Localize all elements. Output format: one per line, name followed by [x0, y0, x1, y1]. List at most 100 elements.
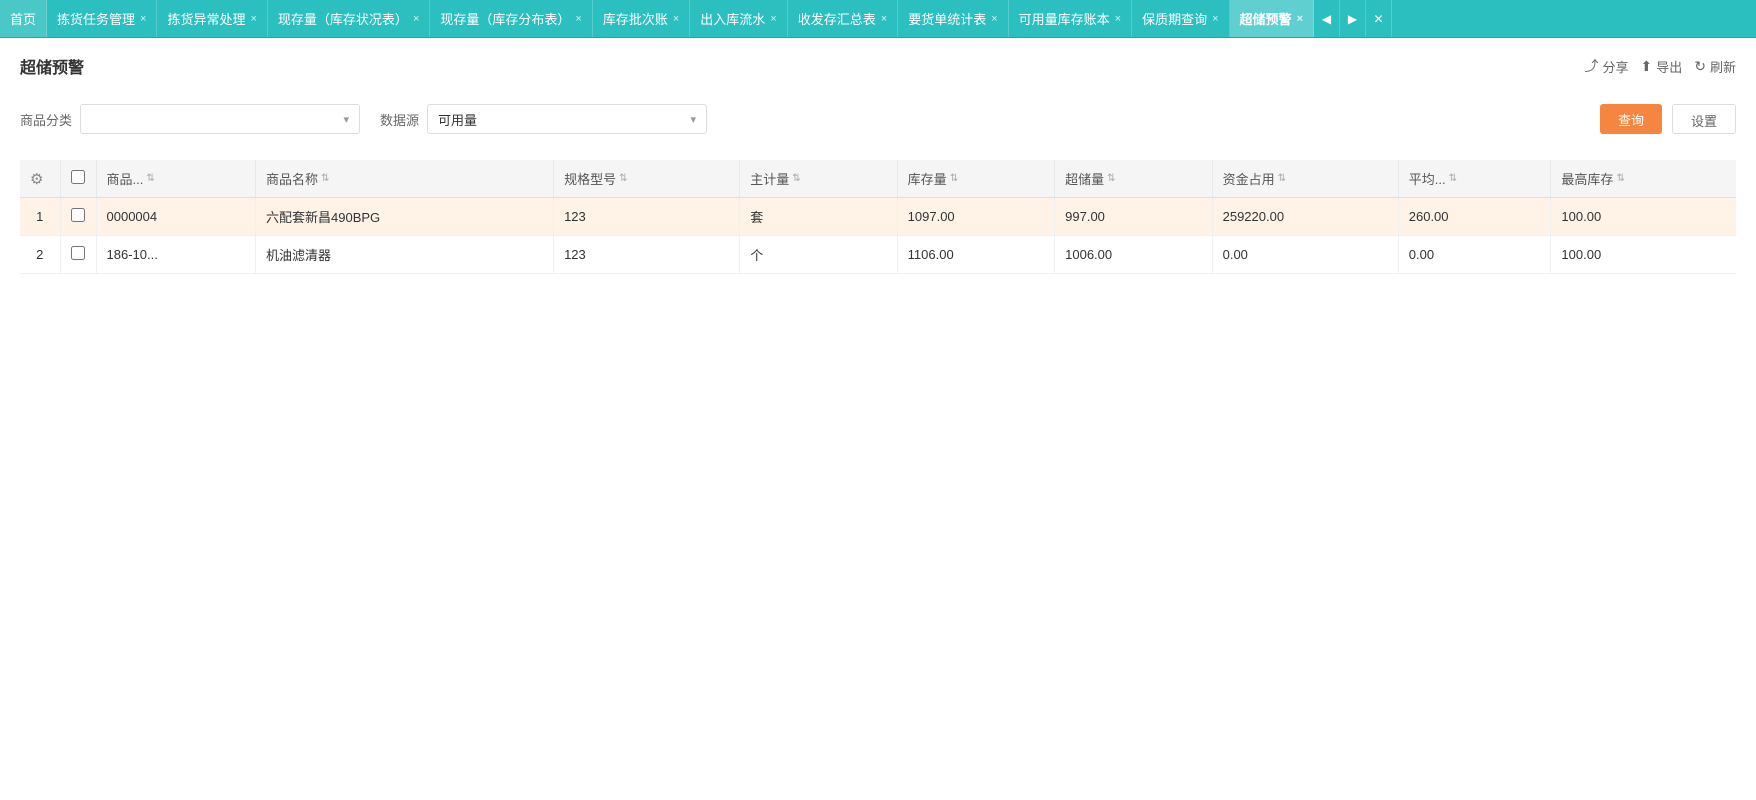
table-header: ⚙ 商品... ⇅ 商品名称 ⇅ [20, 160, 1736, 198]
nav-close-overstock-alert[interactable]: × [1297, 13, 1303, 25]
nav-arrow-left[interactable]: ◀ [1314, 0, 1340, 37]
sort-product-code-icon[interactable]: ⇅ [146, 173, 154, 184]
th-over-qty: 超储量 ⇅ [1055, 160, 1212, 198]
settings-gear-icon[interactable]: ⚙ [30, 171, 43, 188]
select-all-checkbox[interactable] [71, 170, 85, 184]
datasource-value: 可用量 [438, 110, 477, 129]
cell-checkbox-1 [60, 236, 96, 274]
th-unit-label: 主计量 [750, 169, 789, 188]
cell-avg-1: 0.00 [1398, 236, 1551, 274]
nav-close-stock-status[interactable]: × [413, 13, 419, 25]
cell-stock-qty-0: 1097.00 [897, 198, 1054, 236]
row-checkbox-1[interactable] [71, 246, 85, 260]
datasource-chevron-icon: ▾ [691, 113, 697, 126]
nav-item-inout-flow[interactable]: 出入库流水 × [690, 0, 787, 37]
sort-product-name-icon[interactable]: ⇅ [321, 173, 329, 184]
cell-capital-occupy-0: 259220.00 [1212, 198, 1398, 236]
nav-item-available-stock[interactable]: 可用量库存账本 × [1009, 0, 1132, 37]
datasource-select[interactable]: 可用量 ▾ [427, 104, 707, 134]
cell-unit-1: 个 [740, 236, 897, 274]
cell-product-name-0: 六配套新昌490BPG [256, 198, 554, 236]
row-checkbox-0[interactable] [71, 208, 85, 222]
cell-spec-0: 123 [554, 198, 740, 236]
nav-close-abnormal[interactable]: × [250, 13, 256, 25]
cell-over-qty-1: 1006.00 [1055, 236, 1212, 274]
sort-spec-icon[interactable]: ⇅ [619, 173, 627, 184]
nav-item-task-mgmt[interactable]: 拣货任务管理 × [47, 0, 157, 37]
filter-area: 商品分类 ▾ 数据源 可用量 ▾ 查询 设置 [20, 94, 1736, 144]
nav-item-stock-batch[interactable]: 库存批次账 × [593, 0, 690, 37]
nav-label-home: 首页 [10, 9, 36, 28]
th-over-qty-label: 超储量 [1065, 169, 1104, 188]
th-avg: 平均... ⇅ [1398, 160, 1551, 198]
cell-avg-0: 260.00 [1398, 198, 1551, 236]
nav-item-stock-dist[interactable]: 现存量（库存分布表） × [430, 0, 592, 37]
share-action[interactable]: ⤴ 分享 [1584, 56, 1628, 76]
sort-max-stock-icon[interactable]: ⇅ [1616, 173, 1624, 184]
query-button[interactable]: 查询 [1600, 104, 1662, 134]
cell-unit-0: 套 [740, 198, 897, 236]
refresh-action[interactable]: ↻ 刷新 [1694, 57, 1736, 76]
refresh-label: 刷新 [1710, 57, 1736, 76]
cell-product-code-0: 0000004 [96, 198, 256, 236]
export-icon: ⬆ [1641, 58, 1653, 75]
export-action[interactable]: ⬆ 导出 [1641, 57, 1683, 76]
nav-close-task-mgmt[interactable]: × [140, 13, 146, 25]
nav-close-available-stock[interactable]: × [1115, 13, 1121, 25]
header-actions: ⤴ 分享 ⬆ 导出 ↻ 刷新 [1584, 56, 1736, 76]
nav-arrow-close[interactable]: ✕ [1366, 0, 1392, 37]
nav-label-order-count: 要货单统计表 [908, 9, 986, 28]
nav-close-receive-send[interactable]: × [881, 13, 887, 25]
nav-item-home[interactable]: 首页 [0, 0, 47, 37]
nav-item-shelf-life[interactable]: 保质期查询 × [1132, 0, 1229, 37]
sort-capital-occupy-icon[interactable]: ⇅ [1278, 173, 1286, 184]
page-content: 超储预警 ⤴ 分享 ⬆ 导出 ↻ 刷新 商品分类 ▾ 数据源 [0, 38, 1756, 800]
cell-over-qty-0: 997.00 [1055, 198, 1212, 236]
nav-label-available-stock: 可用量库存账本 [1019, 9, 1110, 28]
sort-avg-icon[interactable]: ⇅ [1449, 173, 1457, 184]
table-row: 2 186-10... 机油滤清器 123 个 1106.00 1006.00 … [20, 236, 1736, 274]
th-avg-label: 平均... [1409, 169, 1446, 188]
nav-label-receive-send: 收发存汇总表 [798, 9, 876, 28]
nav-item-abnormal[interactable]: 拣货异常处理 × [157, 0, 267, 37]
th-product-code-label: 商品... [107, 169, 144, 188]
sort-unit-icon[interactable]: ⇅ [792, 173, 800, 184]
refresh-icon: ↻ [1694, 58, 1706, 75]
th-checkbox [60, 160, 96, 198]
page-title: 超储预警 [20, 54, 84, 78]
nav-close-order-count[interactable]: × [991, 13, 997, 25]
nav-label-abnormal: 拣货异常处理 [167, 9, 245, 28]
th-product-name-label: 商品名称 [266, 169, 318, 188]
nav-arrow-right[interactable]: ▶ [1340, 0, 1366, 37]
nav-label-overstock-alert: 超储预警 [1240, 9, 1292, 28]
nav-close-shelf-life[interactable]: × [1212, 13, 1218, 25]
cell-max-stock-1: 100.00 [1551, 236, 1736, 274]
th-settings: ⚙ [20, 160, 60, 198]
settings-button[interactable]: 设置 [1672, 104, 1736, 134]
nav-label-inout-flow: 出入库流水 [700, 9, 765, 28]
cell-max-stock-0: 100.00 [1551, 198, 1736, 236]
nav-label-shelf-life: 保质期查询 [1142, 9, 1207, 28]
nav-close-stock-dist[interactable]: × [575, 13, 581, 25]
sort-over-qty-icon[interactable]: ⇅ [1107, 173, 1115, 184]
nav-close-stock-batch[interactable]: × [673, 13, 679, 25]
th-capital-occupy: 资金占用 ⇅ [1212, 160, 1398, 198]
cell-spec-1: 123 [554, 236, 740, 274]
nav-close-inout-flow[interactable]: × [770, 13, 776, 25]
th-max-stock: 最高库存 ⇅ [1551, 160, 1736, 198]
sort-stock-qty-icon[interactable]: ⇅ [950, 173, 958, 184]
datasource-label: 数据源 [380, 110, 419, 129]
category-filter: 商品分类 ▾ [20, 104, 360, 134]
nav-item-order-count[interactable]: 要货单统计表 × [898, 0, 1008, 37]
nav-label-task-mgmt: 拣货任务管理 [57, 9, 135, 28]
page-header: 超储预警 ⤴ 分享 ⬆ 导出 ↻ 刷新 [20, 54, 1736, 78]
nav-item-receive-send[interactable]: 收发存汇总表 × [788, 0, 898, 37]
category-select[interactable]: ▾ [80, 104, 360, 134]
nav-item-overstock-alert[interactable]: 超储预警 × [1230, 0, 1314, 37]
nav-item-stock-status[interactable]: 现存量（库存状况表） × [268, 0, 430, 37]
cell-product-code-1: 186-10... [96, 236, 256, 274]
table-row: 1 0000004 六配套新昌490BPG 123 套 1097.00 997.… [20, 198, 1736, 236]
cell-capital-occupy-1: 0.00 [1212, 236, 1398, 274]
share-icon: ⤴ [1584, 56, 1598, 76]
datasource-filter: 数据源 可用量 ▾ [380, 104, 707, 134]
